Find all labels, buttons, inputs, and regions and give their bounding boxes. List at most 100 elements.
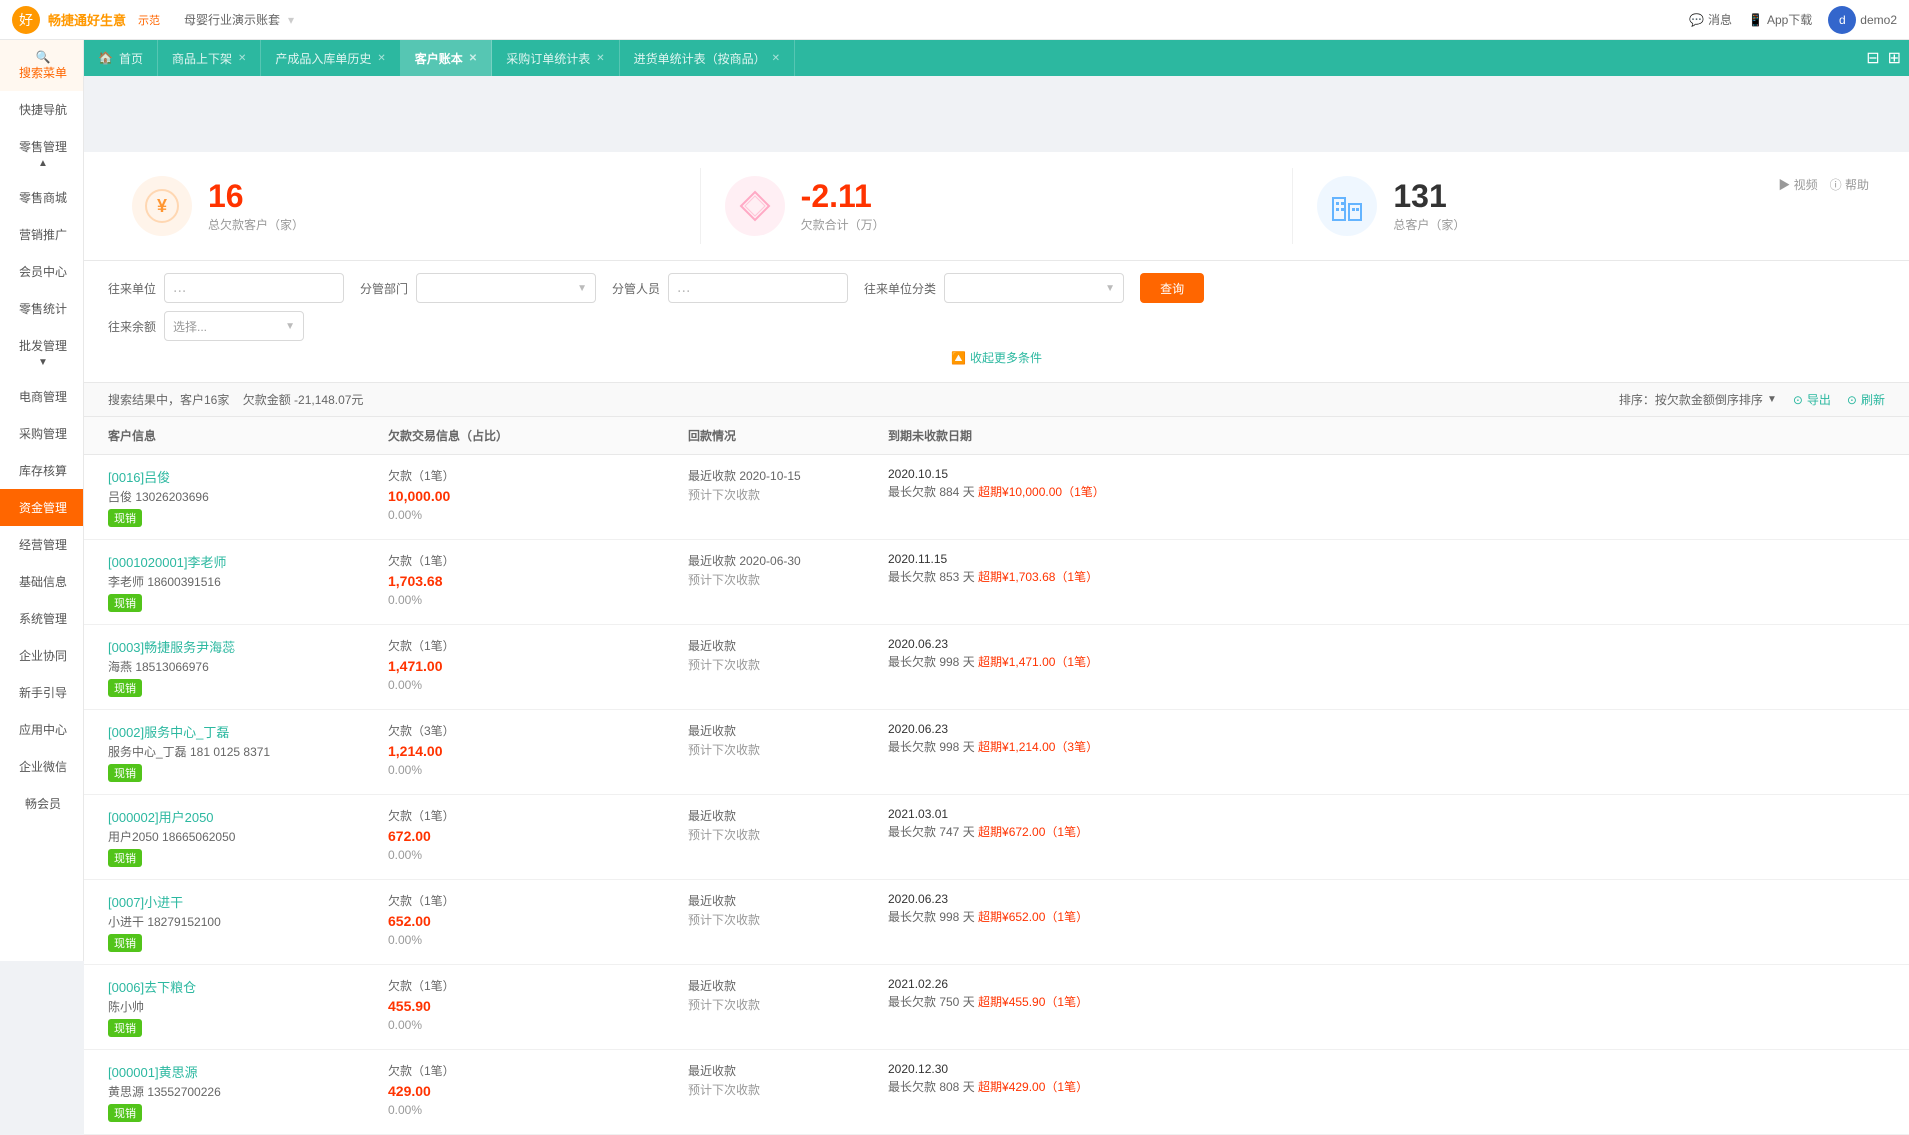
overdue-amount-link[interactable]: 超期¥455.90（1笔） xyxy=(978,995,1088,1009)
overdue-amount-link[interactable]: 超期¥652.00（1笔） xyxy=(978,910,1088,924)
help-link[interactable]: ⓘ 帮助 xyxy=(1830,176,1869,193)
sidebar-item-new-guide[interactable]: 新手引导 xyxy=(0,674,83,711)
owing-amount-number: -2.11 xyxy=(801,180,885,212)
result-actions: 排序：按欠款金额倒序排序 ▼ ⊙ 导出 ⊙ 刷新 xyxy=(1619,391,1885,408)
category-chevron-down-icon: ▼ xyxy=(1105,283,1115,294)
filter-balance-select[interactable]: 选择... ▼ xyxy=(164,311,304,341)
customer-name-link[interactable]: [0003]畅捷服务尹海蕊 xyxy=(108,640,235,655)
tab-minimize-icon[interactable]: ⊟ xyxy=(1866,48,1879,68)
tab-incoming-stats[interactable]: 进货单统计表（按商品） ✕ xyxy=(620,40,795,76)
sidebar-item-retail-stats[interactable]: 零售统计 xyxy=(0,290,83,327)
tab-purchase-order[interactable]: 采购订单统计表 ✕ xyxy=(492,40,619,76)
sidebar-item-vip-member[interactable]: 畅会员 xyxy=(0,785,83,822)
tab-close-icon[interactable]: ✕ xyxy=(596,53,604,64)
debt-info-text: 欠款（1笔） xyxy=(388,467,688,484)
recovery-last: 最近收款 xyxy=(688,977,888,994)
overdue-amount-link[interactable]: 超期¥1,214.00（3笔） xyxy=(978,740,1098,754)
tab-expand-icon[interactable]: ⊞ xyxy=(1888,48,1901,68)
duedate-cell: 2020.10.15 最长欠款 884 天 超期¥10,000.00（1笔） xyxy=(888,467,1885,500)
export-btn[interactable]: ⊙ 导出 xyxy=(1793,391,1831,408)
customer-name-link[interactable]: [0001020001]李老师 xyxy=(108,555,227,570)
sidebar-item-system[interactable]: 系统管理 xyxy=(0,600,83,637)
customer-name-link[interactable]: [0016]吕俊 xyxy=(108,470,170,485)
overdue-amount-link[interactable]: 超期¥10,000.00（1笔） xyxy=(978,485,1105,499)
query-button[interactable]: 查询 xyxy=(1140,273,1204,303)
app-download-btn[interactable]: 📱 App下载 xyxy=(1748,11,1812,28)
overdue-amount-link[interactable]: 超期¥1,703.68（1笔） xyxy=(978,570,1098,584)
tab-close-icon[interactable]: ✕ xyxy=(238,53,246,64)
filter-customer-input[interactable]: ... xyxy=(164,273,344,303)
customer-name-link[interactable]: [0002]服务中心_丁磊 xyxy=(108,725,229,740)
filter-person-input[interactable]: ... xyxy=(668,273,848,303)
customer-phone: 海燕 18513066976 xyxy=(108,658,388,675)
total-customers-label: 总客户（家） xyxy=(1393,216,1465,233)
customer-phone: 黄思源 13552700226 xyxy=(108,1083,388,1100)
debt-amount: 429.00 xyxy=(388,1083,688,1099)
sidebar-item-purchase[interactable]: 采购管理 xyxy=(0,415,83,452)
sidebar-item-batch-mgmt[interactable]: 批发管理 ▼ xyxy=(0,327,83,378)
recovery-last: 最近收款 xyxy=(688,807,888,824)
sidebar-item-member-center[interactable]: 会员中心 xyxy=(0,253,83,290)
filter-person: 分管人员 ... xyxy=(612,273,848,303)
overdue-amount-link[interactable]: 超期¥1,471.00（1笔） xyxy=(978,655,1098,669)
sort-select[interactable]: 排序：按欠款金额倒序排序 ▼ xyxy=(1619,391,1777,408)
tab-close-icon[interactable]: ✕ xyxy=(772,53,780,64)
building-icon xyxy=(1317,176,1377,236)
sidebar-item-marketing[interactable]: 营销推广 xyxy=(0,216,83,253)
overdue-days: 最长欠款 998 天 超期¥1,471.00（1笔） xyxy=(888,653,1885,670)
customer-name-link[interactable]: [000002]用户2050 xyxy=(108,810,214,825)
filter-dept-select[interactable]: ▼ xyxy=(416,273,596,303)
sidebar-item-retail-mall[interactable]: 零售商城 xyxy=(0,179,83,216)
tab-close-icon[interactable]: ✕ xyxy=(469,53,477,64)
recovery-next: 预计下次收款 xyxy=(688,1081,888,1098)
filter-category-select[interactable]: ▼ xyxy=(944,273,1124,303)
stat-info-owing: 16 总欠款客户（家） xyxy=(208,180,304,233)
filter-row-2: 往来余额 选择... ▼ xyxy=(108,311,1885,341)
sidebar-item-quick-nav[interactable]: 快捷导航 xyxy=(0,91,83,128)
customer-info-cell: [0006]去下粮仓 陈小帅 现销 xyxy=(108,977,388,1037)
video-link[interactable]: ▶ 视频 xyxy=(1778,176,1817,193)
home-icon: 🏠 xyxy=(98,51,113,65)
customer-phone: 用户2050 18665062050 xyxy=(108,828,388,845)
sidebar-item-enterprise-wechat[interactable]: 企业微信 xyxy=(0,748,83,785)
sidebar-item-finance[interactable]: 资金管理 xyxy=(0,489,83,526)
table-row: [000002]用户2050 用户2050 18665062050 现销 欠款（… xyxy=(84,795,1909,880)
store-select[interactable]: 母婴行业演示账套 xyxy=(184,11,280,28)
sidebar-item-enterprise-collab[interactable]: 企业协同 xyxy=(0,637,83,674)
recovery-next: 预计下次收款 xyxy=(688,996,888,1013)
owing-customers-label: 总欠款客户（家） xyxy=(208,216,304,233)
refresh-btn[interactable]: ⊙ 刷新 xyxy=(1847,391,1885,408)
debt-amount: 1,214.00 xyxy=(388,743,688,759)
customer-name-link[interactable]: [0007]小进干 xyxy=(108,895,183,910)
tab-product-history[interactable]: 产成品入库单历史 ✕ xyxy=(261,40,400,76)
sidebar-item-search-menu[interactable]: 🔍 搜索菜单 xyxy=(0,40,83,91)
overdue-amount-link[interactable]: 超期¥672.00（1笔） xyxy=(978,825,1088,839)
sidebar-item-operation[interactable]: 经营管理 xyxy=(0,526,83,563)
overdue-amount-link[interactable]: 超期¥429.00（1笔） xyxy=(978,1080,1088,1094)
tab-product-off[interactable]: 商品上下架 ✕ xyxy=(158,40,261,76)
tab-close-icon[interactable]: ✕ xyxy=(377,53,385,64)
tab-customer-account[interactable]: 客户账本 ✕ xyxy=(401,40,492,76)
collapse-btn[interactable]: 🔼 收起更多条件 xyxy=(951,349,1042,366)
sidebar-item-basic-info[interactable]: 基础信息 xyxy=(0,563,83,600)
sidebar-item-stock[interactable]: 库存核算 xyxy=(0,452,83,489)
sidebar-item-ecommerce[interactable]: 电商管理 xyxy=(0,378,83,415)
sidebar-item-retail-mgmt[interactable]: 零售管理 ▲ xyxy=(0,128,83,179)
debt-amount: 1,471.00 xyxy=(388,658,688,674)
debt-percent: 0.00% xyxy=(388,1103,688,1117)
message-btn[interactable]: 💬 消息 xyxy=(1689,11,1732,28)
svg-text:¥: ¥ xyxy=(157,196,167,216)
table-section: 客户信息 欠款交易信息（占比） 回款情况 到期未收款日期 [0016]吕俊 吕俊… xyxy=(84,417,1909,1135)
recovery-cell: 最近收款 预计下次收款 xyxy=(688,892,888,928)
customer-info-cell: [000001]黄思源 黄思源 13552700226 现销 xyxy=(108,1062,388,1122)
store-arrow-icon[interactable]: ▾ xyxy=(288,13,294,27)
col-header-duedate: 到期未收款日期 xyxy=(888,427,1885,444)
tab-home[interactable]: 🏠 首页 xyxy=(84,40,158,76)
recovery-last: 最近收款 xyxy=(688,637,888,654)
debt-info-text: 欠款（1笔） xyxy=(388,637,688,654)
customer-name-link[interactable]: [000001]黄思源 xyxy=(108,1065,198,1080)
col-header-debt: 欠款交易信息（占比） xyxy=(388,427,688,444)
sidebar-item-app-center[interactable]: 应用中心 xyxy=(0,711,83,748)
user-avatar[interactable]: d demo2 xyxy=(1828,6,1897,34)
customer-name-link[interactable]: [0006]去下粮仓 xyxy=(108,980,196,995)
